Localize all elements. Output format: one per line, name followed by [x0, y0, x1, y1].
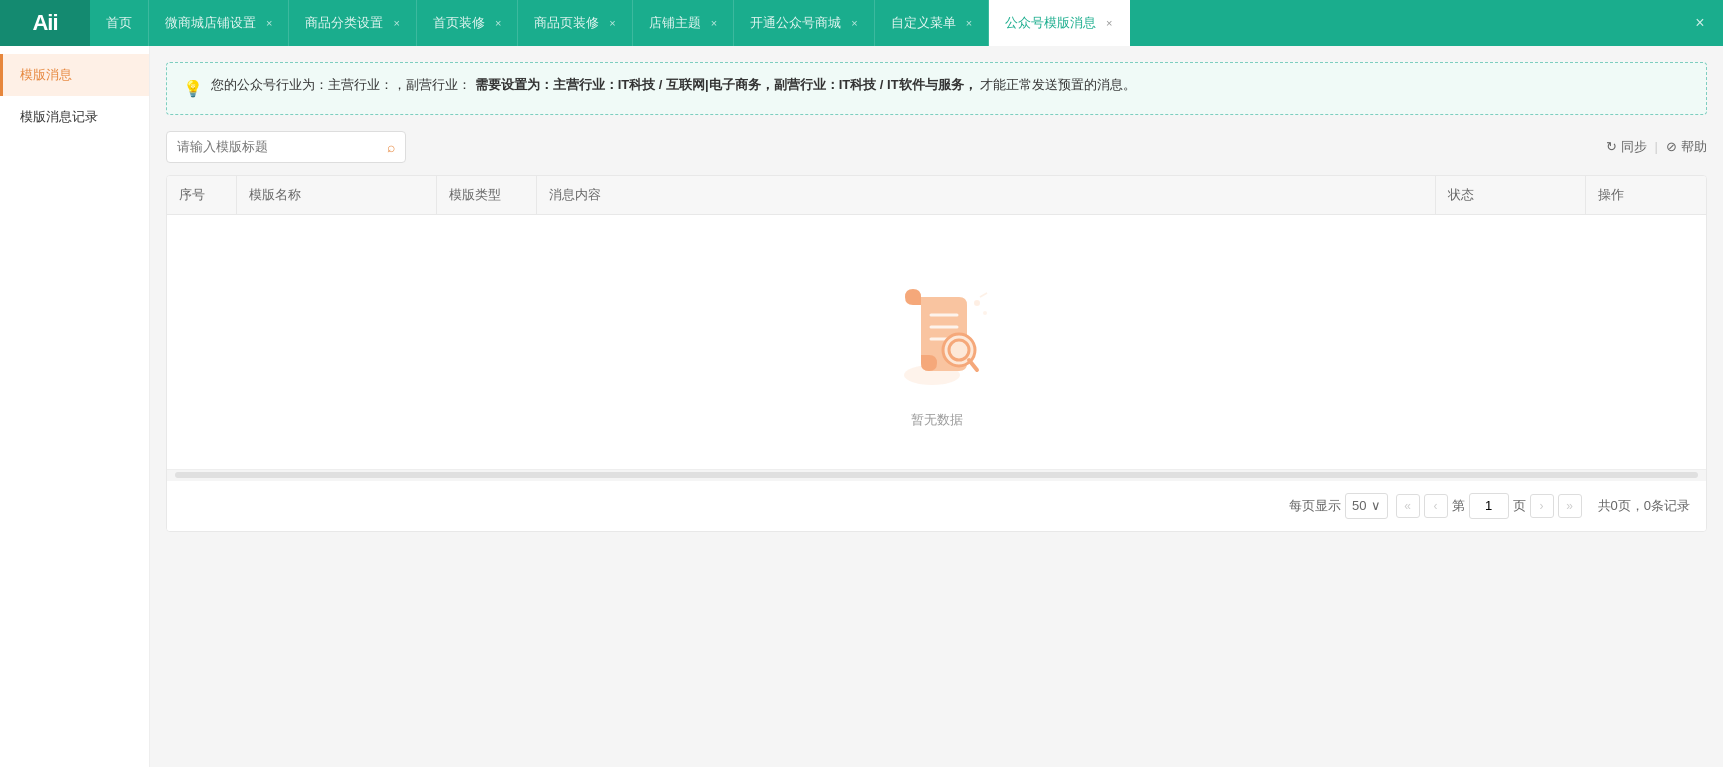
th-seq: 序号 — [167, 176, 237, 214]
notice-highlight: 需要设置为：主营行业：IT科技 / 互联网|电子商务，副营行业：IT科技 / I… — [475, 77, 977, 92]
prev-page-button[interactable]: ‹ — [1424, 494, 1448, 518]
scrollbar-track[interactable] — [175, 472, 1698, 478]
nav-tab-close-product-decoration[interactable]: × — [609, 18, 615, 29]
sync-icon: ↻ — [1606, 139, 1617, 154]
nav-tab-home[interactable]: 首页 — [90, 0, 149, 46]
nav-tab-close-category-settings[interactable]: × — [393, 18, 399, 29]
search-input[interactable] — [177, 139, 387, 154]
total-info: 共0页，0条记录 — [1598, 497, 1690, 515]
nav-tab-label-product-decoration: 商品页装修 — [534, 14, 599, 32]
svg-point-8 — [983, 311, 987, 315]
nav-tab-home-decoration[interactable]: 首页装修 × — [417, 0, 518, 46]
notice-box: 💡 您的公众号行业为：主营行业：，副营行业： 需要设置为：主营行业：IT科技 /… — [166, 62, 1707, 115]
th-content: 消息内容 — [537, 176, 1436, 214]
bulb-icon: 💡 — [183, 76, 203, 102]
nav-tab-close-custom-menu[interactable]: × — [966, 18, 972, 29]
page-size-label: 每页显示 — [1289, 497, 1341, 515]
horizontal-scrollbar[interactable] — [167, 469, 1706, 481]
next-page-button[interactable]: › — [1530, 494, 1554, 518]
nav-tab-label-home: 首页 — [106, 14, 132, 32]
search-icon[interactable]: ⌕ — [387, 139, 395, 155]
nav-tab-close-open-mall[interactable]: × — [851, 18, 857, 29]
nav-tab-store-settings[interactable]: 微商城店铺设置 × — [149, 0, 289, 46]
actions-divider: | — [1655, 139, 1658, 154]
page-unit: 页 — [1513, 497, 1526, 515]
nav-tab-store-theme[interactable]: 店铺主题 × — [633, 0, 734, 46]
sidebar-item-template-msg-record[interactable]: 模版消息记录 — [0, 96, 149, 138]
empty-state: 暂无数据 — [167, 215, 1706, 469]
help-button[interactable]: ⊘ 帮助 — [1666, 138, 1707, 156]
search-actions: ↻ 同步 | ⊘ 帮助 — [1606, 138, 1707, 156]
nav-tab-label-store-theme: 店铺主题 — [649, 14, 701, 32]
close-all-tabs-button[interactable]: × — [1677, 0, 1723, 46]
page-size-dropdown[interactable]: 50 ∨ — [1345, 493, 1387, 519]
th-status: 状态 — [1436, 176, 1586, 214]
dropdown-arrow-icon: ∨ — [1371, 498, 1381, 513]
sidebar-item-template-msg[interactable]: 模版消息 — [0, 54, 149, 96]
sync-button[interactable]: ↻ 同步 — [1606, 138, 1647, 156]
nav-tab-close-template-msg[interactable]: × — [1106, 18, 1112, 29]
nav-tab-label-template-msg: 公众号模版消息 — [1005, 14, 1096, 32]
nav-tab-category-settings[interactable]: 商品分类设置 × — [289, 0, 416, 46]
table-header: 序号模版名称模版类型消息内容状态操作 — [167, 176, 1706, 215]
app-logo: Aii — [0, 0, 90, 46]
nav-tab-template-msg[interactable]: 公众号模版消息 × — [989, 0, 1129, 46]
page-size-select: 每页显示 50 ∨ — [1289, 493, 1387, 519]
nav-tab-label-category-settings: 商品分类设置 — [305, 14, 383, 32]
data-table: 序号模版名称模版类型消息内容状态操作 — [166, 175, 1707, 532]
page-navigation: « ‹ 第 页 › » — [1396, 493, 1582, 519]
search-input-wrap[interactable]: ⌕ — [166, 131, 406, 163]
content-area: 💡 您的公众号行业为：主营行业：，副营行业： 需要设置为：主营行业：IT科技 /… — [150, 46, 1723, 767]
nav-tab-label-custom-menu: 自定义菜单 — [891, 14, 956, 32]
nav-tabs: 首页微商城店铺设置×商品分类设置×首页装修×商品页装修×店铺主题×开通公众号商城… — [90, 0, 1677, 46]
empty-text: 暂无数据 — [911, 411, 963, 429]
th-type: 模版类型 — [437, 176, 537, 214]
th-action: 操作 — [1586, 176, 1706, 214]
page-number-input[interactable] — [1469, 493, 1509, 519]
nav-tab-close-store-settings[interactable]: × — [266, 18, 272, 29]
search-bar: ⌕ ↻ 同步 | ⊘ 帮助 — [166, 131, 1707, 163]
empty-icon — [877, 275, 997, 395]
th-name: 模版名称 — [237, 176, 437, 214]
nav-tab-open-mall[interactable]: 开通公众号商城 × — [734, 0, 874, 46]
svg-line-6 — [969, 360, 977, 370]
notice-text: 您的公众号行业为：主营行业：，副营行业： 需要设置为：主营行业：IT科技 / 互… — [211, 75, 1136, 96]
top-nav: Aii 首页微商城店铺设置×商品分类设置×首页装修×商品页装修×店铺主题×开通公… — [0, 0, 1723, 46]
main-layout: 模版消息模版消息记录 💡 您的公众号行业为：主营行业：，副营行业： 需要设置为：… — [0, 46, 1723, 767]
pagination: 每页显示 50 ∨ « ‹ 第 页 › » 共0页，0条记录 — [167, 481, 1706, 531]
nav-tab-custom-menu[interactable]: 自定义菜单 × — [875, 0, 989, 46]
nav-tab-close-home-decoration[interactable]: × — [495, 18, 501, 29]
last-page-button[interactable]: » — [1558, 494, 1582, 518]
nav-tab-label-open-mall: 开通公众号商城 — [750, 14, 841, 32]
first-page-button[interactable]: « — [1396, 494, 1420, 518]
svg-point-7 — [974, 300, 980, 306]
svg-line-9 — [980, 293, 987, 297]
sidebar: 模版消息模版消息记录 — [0, 46, 150, 767]
nav-tab-label-home-decoration: 首页装修 — [433, 14, 485, 32]
page-size-value: 50 — [1352, 498, 1366, 513]
help-icon: ⊘ — [1666, 139, 1677, 154]
page-label: 第 — [1452, 497, 1465, 515]
nav-tab-close-store-theme[interactable]: × — [711, 18, 717, 29]
nav-tab-label-store-settings: 微商城店铺设置 — [165, 14, 256, 32]
nav-tab-product-decoration[interactable]: 商品页装修 × — [518, 0, 632, 46]
